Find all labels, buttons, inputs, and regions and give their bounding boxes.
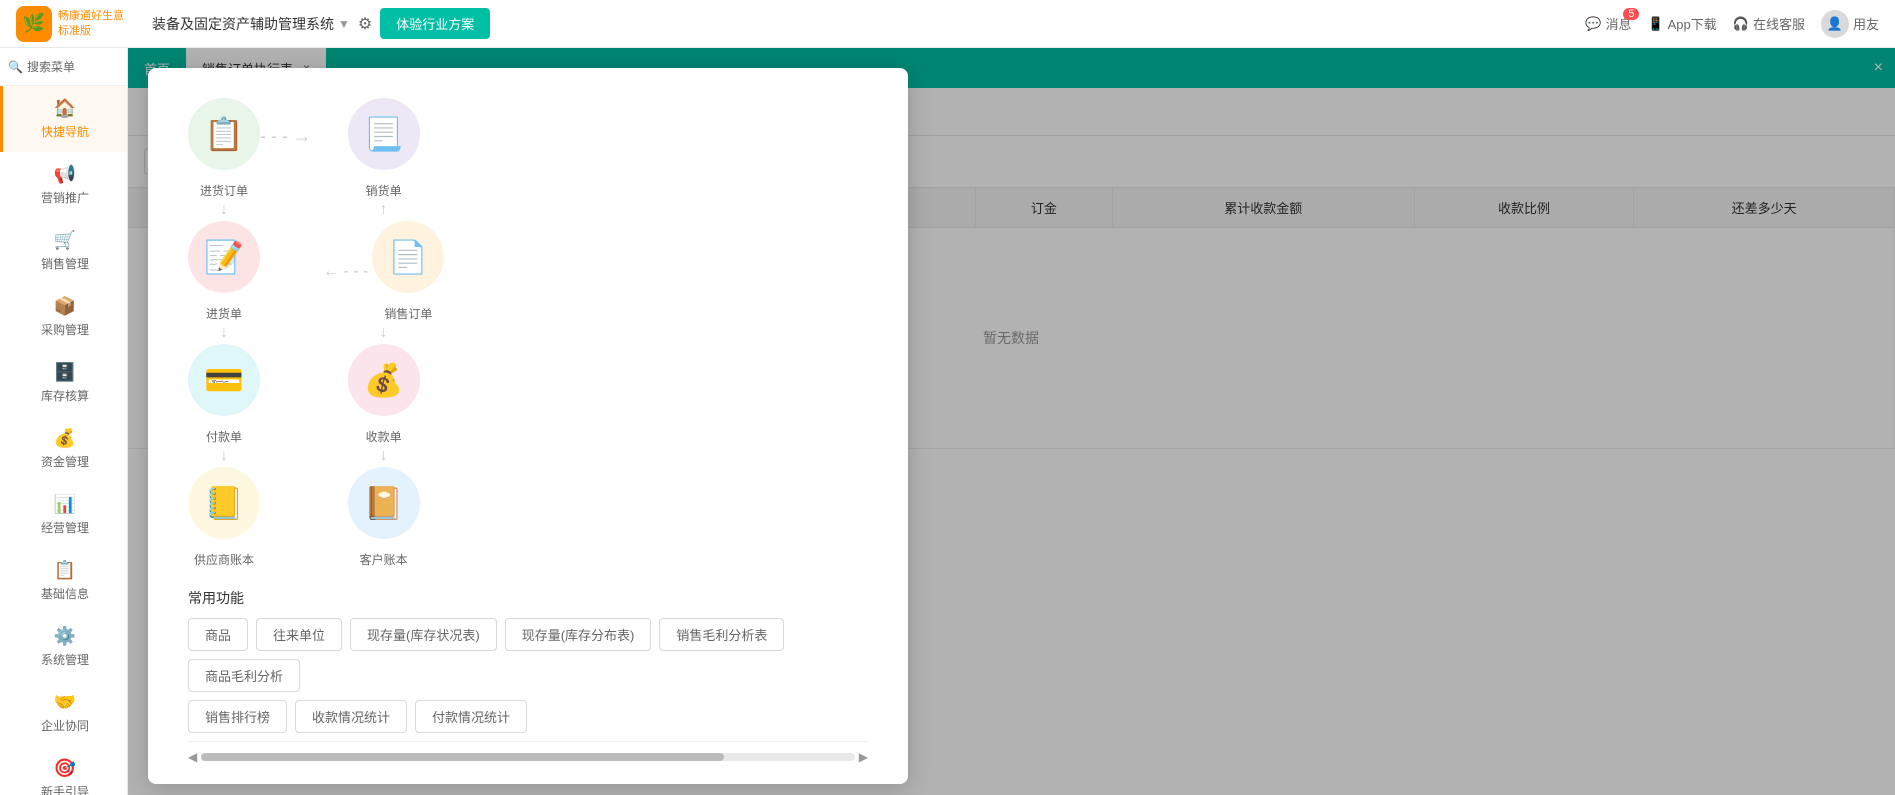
func-btn-stock-status[interactable]: 现存量(库存状况表) bbox=[350, 618, 497, 651]
sales-order-icon: 📄 bbox=[372, 221, 444, 293]
trial-button[interactable]: 体验行业方案 bbox=[380, 8, 490, 39]
online-service-button[interactable]: 🎧 在线客服 bbox=[1733, 14, 1805, 33]
func-buttons-row2: 销售排行榜 收款情况统计 付款情况统计 bbox=[188, 700, 868, 733]
flow-connector-left: - - - → bbox=[260, 98, 311, 147]
payment-icon: 💳 bbox=[188, 344, 260, 416]
receipt-icon: 💰 bbox=[348, 344, 420, 416]
finance-icon: 💰 bbox=[54, 428, 76, 449]
arrow-down-5: ↓ bbox=[380, 324, 388, 342]
sidebar-item-system[interactable]: ⚙️ 系统管理 bbox=[0, 614, 127, 680]
sidebar: 🔍 搜索菜单 🏠 快捷导航 📢 营销推广 🛒 销售管理 📦 采购管理 🗄️ bbox=[0, 48, 128, 795]
app-download-icon: 📱 bbox=[1647, 16, 1663, 32]
customer-ledger-node: 📔 客户账本 bbox=[348, 467, 420, 568]
sidebar-item-beginner[interactable]: 🎯 新手引导 bbox=[0, 746, 127, 795]
system-icon: ⚙️ bbox=[54, 626, 76, 647]
content-area: 首页 销售订单执行表 × × ❓ 帮助 🖨️ 按模板打印 ▼ bbox=[128, 48, 1895, 795]
receipt-node: 💰 收款单 bbox=[348, 344, 420, 445]
customer-ledger-icon: 📔 bbox=[348, 467, 420, 539]
func-btn-sales-rank[interactable]: 销售排行榜 bbox=[188, 700, 287, 733]
sales-order-node: 📄 销售订单 bbox=[372, 221, 444, 322]
func-btn-stock-dist[interactable]: 现存量(库存分布表) bbox=[505, 618, 652, 651]
app-container: 🌿 畅康通好生意 标准版 装备及固定资产辅助管理系统 ▼ ⚙ 体验行业方案 💬 … bbox=[0, 0, 1895, 795]
basic-info-icon: 📋 bbox=[54, 560, 76, 581]
common-functions-title: 常用功能 bbox=[188, 588, 868, 608]
logo-text: 畅康通好生意 标准版 bbox=[58, 9, 124, 38]
arrow-down-3: ↓ bbox=[220, 447, 228, 465]
supplier-ledger-node: 📒 供应商账本 bbox=[188, 467, 260, 568]
sidebar-item-basic-info[interactable]: 📋 基础信息 bbox=[0, 548, 127, 614]
func-btn-collection-stats[interactable]: 收款情况统计 bbox=[295, 700, 407, 733]
user-profile[interactable]: 👤 用友 bbox=[1821, 10, 1879, 38]
top-bar-right: 💬 消息 5 📱 App下载 🎧 在线客服 👤 用友 bbox=[1585, 10, 1879, 38]
beginner-icon: 🎯 bbox=[54, 758, 76, 779]
avatar: 👤 bbox=[1821, 10, 1849, 38]
sales-bill-node: 📃 销货单 bbox=[348, 98, 420, 199]
app-download-button[interactable]: 📱 App下载 bbox=[1647, 14, 1716, 33]
logo-icon: 🌿 bbox=[16, 6, 52, 42]
popup-card: 📋 进货订单 ↓ 📝 进货单 ↓ bbox=[148, 68, 908, 784]
func-btn-payment-stats[interactable]: 付款情况统计 bbox=[415, 700, 527, 733]
settings-icon[interactable]: ⚙ bbox=[358, 14, 372, 34]
purchase-icon: 📦 bbox=[54, 296, 76, 317]
func-btn-product[interactable]: 商品 bbox=[188, 618, 248, 651]
sidebar-item-marketing[interactable]: 📢 营销推广 bbox=[0, 152, 127, 218]
func-btn-sales-analysis[interactable]: 销售毛利分析表 bbox=[659, 618, 784, 651]
popup-overlay[interactable]: 📋 进货订单 ↓ 📝 进货单 ↓ bbox=[128, 48, 1895, 795]
arrow-down-2: ↓ bbox=[220, 324, 228, 342]
scroll-left-icon[interactable]: ◀ bbox=[188, 750, 197, 764]
main-area: 🔍 搜索菜单 🏠 快捷导航 📢 营销推广 🛒 销售管理 📦 采购管理 🗄️ bbox=[0, 48, 1895, 795]
flow-diagram: 📋 进货订单 ↓ 📝 进货单 ↓ bbox=[188, 98, 868, 568]
dashed-arrow-icon: - - - → bbox=[260, 126, 311, 147]
scroll-area: ◀ ▶ bbox=[188, 741, 868, 764]
sidebar-search[interactable]: 🔍 搜索菜单 bbox=[0, 48, 127, 86]
purchase-order-node: 📋 进货订单 bbox=[188, 98, 260, 199]
system-title: 装备及固定资产辅助管理系统 bbox=[152, 14, 334, 34]
inventory-icon: 🗄️ bbox=[54, 362, 76, 383]
cooperation-icon: 🤝 bbox=[54, 692, 76, 713]
sidebar-item-purchase[interactable]: 📦 采购管理 bbox=[0, 284, 127, 350]
sidebar-item-operations[interactable]: 📊 经营管理 bbox=[0, 482, 127, 548]
top-bar: 🌿 畅康通好生意 标准版 装备及固定资产辅助管理系统 ▼ ⚙ 体验行业方案 💬 … bbox=[0, 0, 1895, 48]
supplier-ledger-icon: 📒 bbox=[188, 467, 260, 539]
scroll-right-icon[interactable]: ▶ bbox=[859, 750, 868, 764]
operations-icon: 📊 bbox=[54, 494, 76, 515]
flow-left-col: 📋 进货订单 ↓ 📝 进货单 ↓ bbox=[188, 98, 260, 568]
purchase-bill-node: 📝 进货单 bbox=[188, 221, 260, 322]
sidebar-item-inventory[interactable]: 🗄️ 库存核算 bbox=[0, 350, 127, 416]
message-badge: 5 bbox=[1623, 8, 1639, 20]
purchase-bill-icon: 📝 bbox=[188, 221, 260, 293]
online-service-icon: 🎧 bbox=[1733, 16, 1749, 32]
func-btn-unit[interactable]: 往来单位 bbox=[256, 618, 342, 651]
scroll-track bbox=[201, 753, 855, 761]
message-icon: 💬 bbox=[1585, 16, 1601, 32]
common-functions: 常用功能 商品 往来单位 现存量(库存状况表) 现存量(库存分布表) 销售毛利分… bbox=[188, 588, 868, 733]
sidebar-item-sales[interactable]: 🛒 销售管理 bbox=[0, 218, 127, 284]
dashed-right-arrow: ← - - - bbox=[323, 263, 368, 281]
func-buttons-row1: 商品 往来单位 现存量(库存状况表) 现存量(库存分布表) 销售毛利分析表 商品… bbox=[188, 618, 868, 692]
flow-right-col: 📃 销货单 ↑ ← - - - 📄 销售订单 bbox=[323, 98, 444, 568]
purchase-order-icon: 📋 bbox=[188, 98, 260, 170]
arrow-down-4: ↑ bbox=[380, 201, 388, 219]
func-btn-product-profit[interactable]: 商品毛利分析 bbox=[188, 659, 300, 692]
arrow-down-6: ↓ bbox=[380, 447, 388, 465]
arrow-down-1: ↓ bbox=[220, 201, 228, 219]
marketing-icon: 📢 bbox=[54, 164, 76, 185]
payment-node: 💳 付款单 bbox=[188, 344, 260, 445]
dropdown-arrow-icon[interactable]: ▼ bbox=[338, 17, 350, 31]
sales-bill-icon: 📃 bbox=[348, 98, 420, 170]
sales-icon: 🛒 bbox=[54, 230, 76, 251]
home-icon: 🏠 bbox=[54, 98, 76, 119]
sales-order-row: ← - - - 📄 销售订单 bbox=[323, 221, 444, 322]
sidebar-item-quick-nav[interactable]: 🏠 快捷导航 bbox=[0, 86, 127, 152]
search-icon: 🔍 bbox=[8, 60, 23, 74]
sidebar-item-finance[interactable]: 💰 资金管理 bbox=[0, 416, 127, 482]
message-button[interactable]: 💬 消息 5 bbox=[1585, 14, 1631, 33]
scroll-thumb[interactable] bbox=[201, 753, 724, 761]
logo-area: 🌿 畅康通好生意 标准版 bbox=[16, 6, 144, 42]
sidebar-item-cooperation[interactable]: 🤝 企业协同 bbox=[0, 680, 127, 746]
